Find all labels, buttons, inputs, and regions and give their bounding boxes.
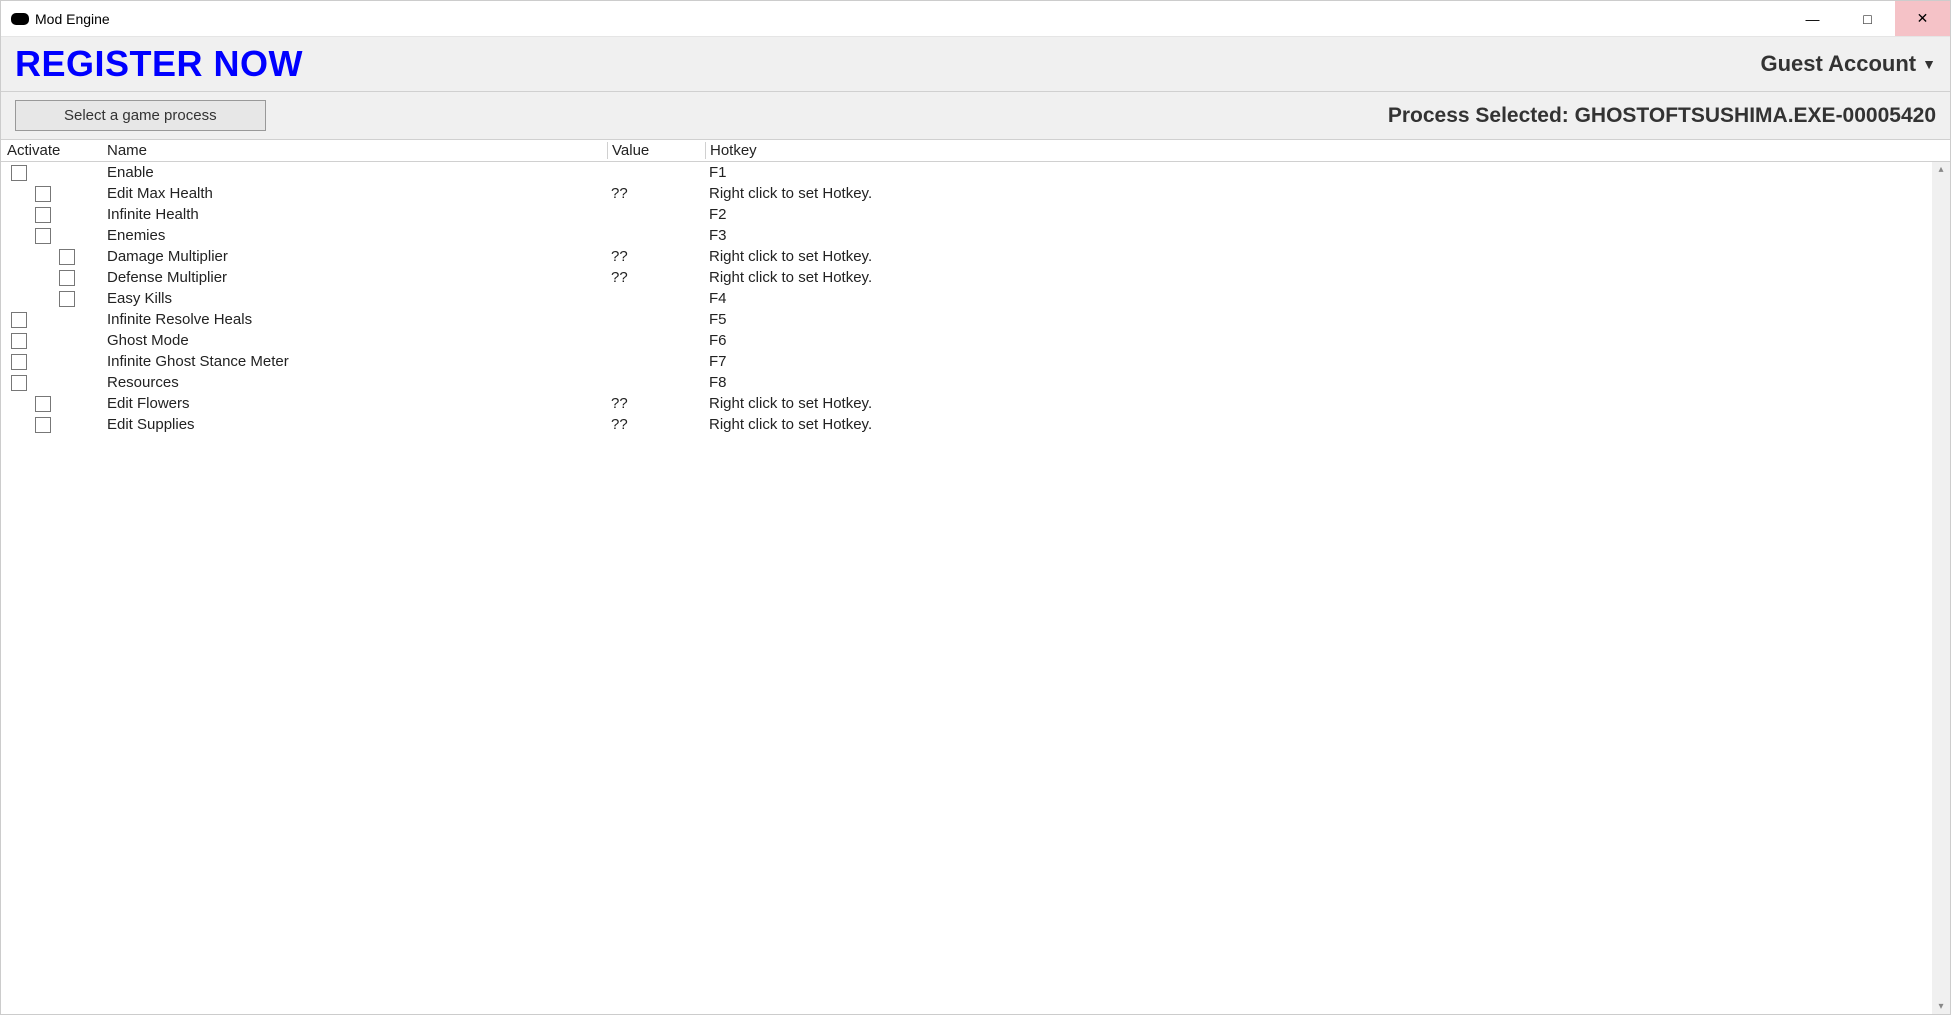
- scroll-up-icon[interactable]: ▴: [1938, 164, 1943, 175]
- cell-hotkey: Right click to set Hotkey.: [705, 416, 1944, 433]
- table-row[interactable]: Defense Multiplier??Right click to set H…: [1, 267, 1950, 288]
- cell-activate: [7, 291, 107, 307]
- account-dropdown[interactable]: Guest Account ▼: [1760, 51, 1936, 77]
- cell-hotkey: F7: [705, 353, 1944, 370]
- table-row[interactable]: Infinite Ghost Stance Meter F7: [1, 351, 1950, 372]
- cell-activate: [7, 417, 107, 433]
- scrollbar[interactable]: ▴ ▾: [1932, 162, 1950, 1014]
- cell-value: ??: [607, 248, 705, 265]
- table-row[interactable]: Enemies F3: [1, 225, 1950, 246]
- cell-name: Enable: [107, 164, 607, 181]
- cell-value: ??: [607, 185, 705, 202]
- activate-checkbox[interactable]: [11, 375, 27, 391]
- cell-name: Damage Multiplier: [107, 248, 607, 265]
- window-title: Mod Engine: [35, 11, 1785, 27]
- activate-checkbox[interactable]: [35, 186, 51, 202]
- cell-hotkey: Right click to set Hotkey.: [705, 248, 1944, 265]
- activate-checkbox[interactable]: [35, 228, 51, 244]
- cell-activate: [7, 207, 107, 223]
- activate-checkbox[interactable]: [59, 291, 75, 307]
- cell-activate: [7, 375, 107, 391]
- header-hotkey[interactable]: Hotkey: [705, 142, 1944, 159]
- table-body: EnableF1Edit Max Health??Right click to …: [1, 162, 1950, 1014]
- cell-name: Infinite Resolve Heals: [107, 311, 607, 328]
- activate-checkbox[interactable]: [35, 417, 51, 433]
- table-row[interactable]: Infinite Health F2: [1, 204, 1950, 225]
- cell-hotkey: Right click to set Hotkey.: [705, 185, 1944, 202]
- cell-hotkey: Right click to set Hotkey.: [705, 269, 1944, 286]
- header-activate[interactable]: Activate: [7, 142, 107, 159]
- app-icon: [11, 13, 29, 25]
- cell-activate: [7, 186, 107, 202]
- close-button[interactable]: ✕: [1895, 1, 1950, 36]
- activate-checkbox[interactable]: [59, 270, 75, 286]
- table-header: Activate Name Value Hotkey: [1, 140, 1950, 162]
- select-process-button[interactable]: Select a game process: [15, 100, 266, 131]
- table-row[interactable]: Infinite Resolve Heals F5: [1, 309, 1950, 330]
- cell-value: ??: [607, 269, 705, 286]
- table-row[interactable]: Edit Max Health??Right click to set Hotk…: [1, 183, 1950, 204]
- register-link[interactable]: REGISTER NOW: [15, 43, 303, 85]
- cell-name: Infinite Ghost Stance Meter: [107, 353, 607, 370]
- cell-name: Easy Kills: [107, 290, 607, 307]
- minimize-button[interactable]: —: [1785, 1, 1840, 36]
- table-row[interactable]: Edit Flowers??Right click to set Hotkey.: [1, 393, 1950, 414]
- window-controls: — □ ✕: [1785, 1, 1950, 36]
- cell-activate: [7, 312, 107, 328]
- table-row[interactable]: Resources F8: [1, 372, 1950, 393]
- cell-hotkey: F6: [705, 332, 1944, 349]
- cell-name: Edit Max Health: [107, 185, 607, 202]
- cell-name: Defense Multiplier: [107, 269, 607, 286]
- table-row[interactable]: Ghost Mode F6: [1, 330, 1950, 351]
- cell-activate: [7, 333, 107, 349]
- cell-value: ??: [607, 395, 705, 412]
- titlebar: Mod Engine — □ ✕: [1, 1, 1950, 37]
- cell-activate: [7, 354, 107, 370]
- account-label: Guest Account: [1760, 51, 1916, 77]
- cell-hotkey: F2: [705, 206, 1944, 223]
- table-row[interactable]: Enable F1: [1, 162, 1950, 183]
- activate-checkbox[interactable]: [35, 396, 51, 412]
- activate-checkbox[interactable]: [11, 333, 27, 349]
- cell-activate: [7, 249, 107, 265]
- cell-hotkey: F3: [705, 227, 1944, 244]
- cell-name: Resources: [107, 374, 607, 391]
- table-row[interactable]: Edit Supplies??Right click to set Hotkey…: [1, 414, 1950, 435]
- cell-hotkey: F4: [705, 290, 1944, 307]
- cell-name: Edit Supplies: [107, 416, 607, 433]
- cell-name: Edit Flowers: [107, 395, 607, 412]
- cell-hotkey: Right click to set Hotkey.: [705, 395, 1944, 412]
- activate-checkbox[interactable]: [59, 249, 75, 265]
- table-row[interactable]: Damage Multiplier??Right click to set Ho…: [1, 246, 1950, 267]
- cell-hotkey: F1: [705, 164, 1944, 181]
- activate-checkbox[interactable]: [11, 354, 27, 370]
- cell-activate: [7, 270, 107, 286]
- cell-hotkey: F8: [705, 374, 1944, 391]
- chevron-down-icon: ▼: [1922, 56, 1936, 72]
- process-selected-label: Process Selected: GHOSTOFTSUSHIMA.EXE-00…: [1388, 104, 1936, 128]
- activate-checkbox[interactable]: [35, 207, 51, 223]
- app-window: Mod Engine — □ ✕ REGISTER NOW Guest Acco…: [0, 0, 1951, 1015]
- scroll-down-icon[interactable]: ▾: [1938, 1001, 1943, 1012]
- maximize-button[interactable]: □: [1840, 1, 1895, 36]
- cell-name: Ghost Mode: [107, 332, 607, 349]
- table-row[interactable]: Easy Kills F4: [1, 288, 1950, 309]
- cell-activate: [7, 396, 107, 412]
- cell-hotkey: F5: [705, 311, 1944, 328]
- topbar: REGISTER NOW Guest Account ▼: [1, 37, 1950, 92]
- cell-activate: [7, 165, 107, 181]
- activate-checkbox[interactable]: [11, 165, 27, 181]
- cell-name: Enemies: [107, 227, 607, 244]
- header-value[interactable]: Value: [607, 142, 705, 159]
- header-name[interactable]: Name: [107, 142, 607, 159]
- cell-name: Infinite Health: [107, 206, 607, 223]
- activate-checkbox[interactable]: [11, 312, 27, 328]
- cheat-table: Activate Name Value Hotkey Enable F1 Edit …: [1, 140, 1950, 1014]
- cell-value: ??: [607, 416, 705, 433]
- toolbar: Select a game process Process Selected: …: [1, 92, 1950, 140]
- cell-activate: [7, 228, 107, 244]
